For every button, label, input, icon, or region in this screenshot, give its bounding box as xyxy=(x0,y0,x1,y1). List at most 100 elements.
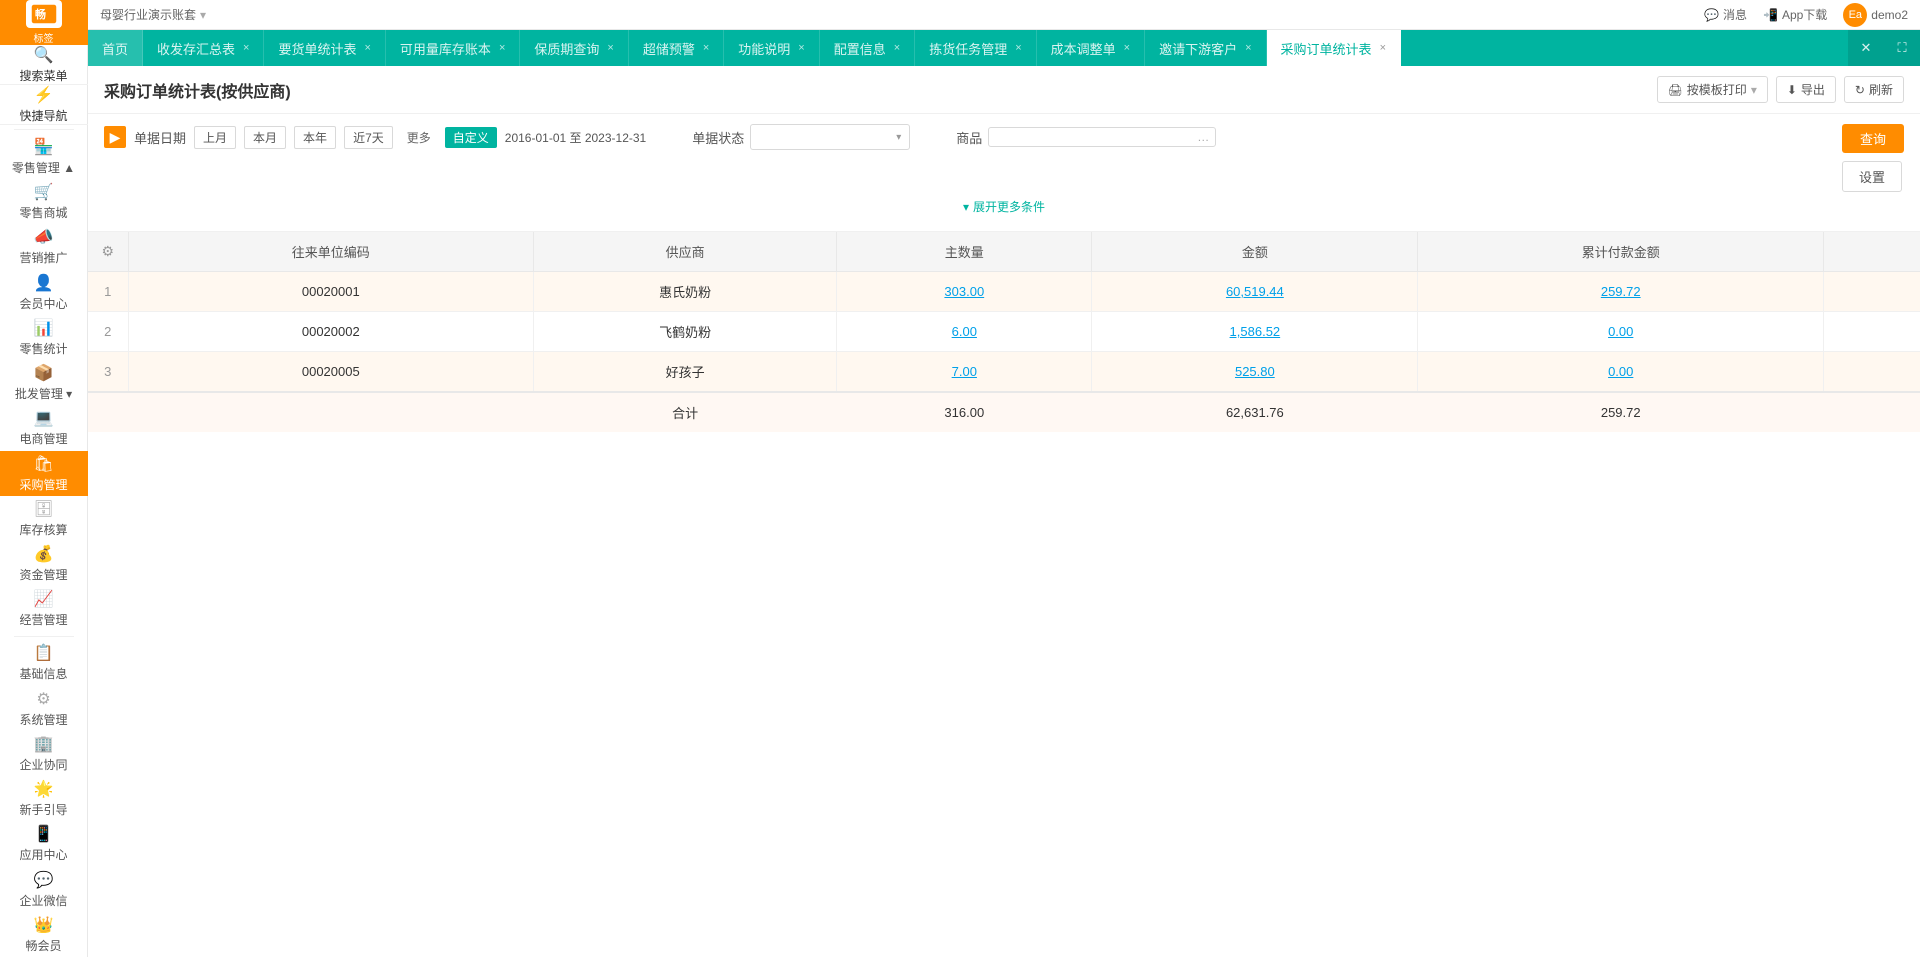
paid-link-3[interactable]: 0.00 xyxy=(1608,364,1633,379)
sidebar-item-marketing[interactable]: 📣 营销推广 xyxy=(0,224,88,269)
avatar-initials: Ea xyxy=(1849,9,1862,21)
tab-purchase-order-stats-close[interactable]: × xyxy=(1380,42,1386,54)
close-all-icon: ✕ xyxy=(1861,40,1872,56)
sidebar-item-basic-info[interactable]: 📋 基础信息 xyxy=(0,640,88,685)
sidebar-item-finance[interactable]: 💰 资金管理 xyxy=(0,541,88,586)
cell-supplier-code-3: 00020005 xyxy=(128,352,534,393)
sidebar-item-retail-stats[interactable]: 📊 零售统计 xyxy=(0,315,88,360)
tab-available-inventory[interactable]: 可用量库存账本 × xyxy=(386,30,520,66)
cell-extra-3 xyxy=(1824,352,1920,393)
sidebar-item-vip[interactable]: 👑 畅会员 xyxy=(0,912,88,957)
date-7days-btn[interactable]: 近7天 xyxy=(344,126,393,149)
quantity-link-1[interactable]: 303.00 xyxy=(944,284,984,299)
quantity-link-2[interactable]: 6.00 xyxy=(952,324,977,339)
main-content: 母婴行业演示账套 ▾ 💬 消息 📲 App下载 Ea demo2 首页 xyxy=(88,0,1920,957)
filter-left: ▶ 单据日期 上月 本月 本年 近7天 更多 自定义 2016-01-01 至 … xyxy=(104,124,1830,150)
th-settings: ⚙ xyxy=(88,232,128,272)
sidebar-quick-nav[interactable]: ⚡ 快捷导航 xyxy=(0,85,88,125)
filter-toggle-btn[interactable]: ▶ xyxy=(104,126,126,148)
tab-config-info-label: 配置信息 xyxy=(834,39,886,58)
sidebar-item-app-center[interactable]: 📱 应用中心 xyxy=(0,821,88,866)
amount-link-3[interactable]: 525.80 xyxy=(1235,364,1275,379)
export-button[interactable]: ⬇ 导出 xyxy=(1776,76,1836,103)
user-avatar: Ea xyxy=(1843,3,1867,27)
tab-config-info-close[interactable]: × xyxy=(894,42,900,54)
sidebar-item-sys-mgmt[interactable]: ⚙ 系统管理 xyxy=(0,686,88,731)
date-custom-btn[interactable]: 自定义 xyxy=(445,127,497,148)
enterprise-label: 企业协同 xyxy=(19,756,67,773)
tab-available-inventory-close[interactable]: × xyxy=(499,42,505,54)
app-download-btn[interactable]: 📲 App下载 xyxy=(1763,6,1827,23)
tab-overstock-warning[interactable]: 超储预警 × xyxy=(629,30,724,66)
tab-maximize-btn[interactable]: ⛶ xyxy=(1884,30,1920,66)
cell-amount-3: 525.80 xyxy=(1092,352,1418,393)
sidebar-item-purchase[interactable]: 🛍 采购管理 xyxy=(0,451,88,496)
company-selector[interactable]: 母婴行业演示账套 ▾ xyxy=(100,6,206,23)
tab-cost-adjust-close[interactable]: × xyxy=(1124,42,1130,54)
tab-function-desc[interactable]: 功能说明 × xyxy=(724,30,819,66)
tab-config-info[interactable]: 配置信息 × xyxy=(820,30,915,66)
status-select[interactable]: ▾ xyxy=(750,124,910,150)
quantity-link-3[interactable]: 7.00 xyxy=(952,364,977,379)
date-more-btn[interactable]: 更多 xyxy=(401,127,437,148)
sidebar-item-retail-mgmt[interactable]: 🏪 零售管理 ▲ xyxy=(0,134,88,179)
message-icon: 💬 xyxy=(1704,8,1719,22)
tab-cost-adjust[interactable]: 成本调整单 × xyxy=(1037,30,1145,66)
sidebar-item-ecommerce[interactable]: 💻 电商管理 xyxy=(0,405,88,450)
goods-search-input[interactable] xyxy=(995,130,1195,144)
tab-overstock-warning-close[interactable]: × xyxy=(703,42,709,54)
tab-invite-downstream-close[interactable]: × xyxy=(1245,42,1251,54)
date-this-month-btn[interactable]: 本月 xyxy=(244,126,286,149)
sidebar-item-inventory[interactable]: 🗄 库存核算 xyxy=(0,496,88,541)
setting-button[interactable]: 设置 xyxy=(1842,161,1902,192)
print-button[interactable]: 🖨 按模板打印 ▾ xyxy=(1657,76,1768,103)
tab-order-stats[interactable]: 要货单统计表 × xyxy=(264,30,385,66)
tab-invite-downstream-label: 邀请下游客户 xyxy=(1159,39,1237,58)
date-this-year-btn[interactable]: 本年 xyxy=(294,126,336,149)
retail-stats-icon: 📊 xyxy=(34,318,54,338)
message-btn[interactable]: 💬 消息 xyxy=(1704,6,1747,23)
cell-paid-2: 0.00 xyxy=(1418,312,1824,352)
sidebar-item-enterprise-wechat[interactable]: 💬 企业微信 xyxy=(0,867,88,912)
refresh-button[interactable]: ↻ 刷新 xyxy=(1844,76,1904,103)
sidebar-item-retail-store[interactable]: 🛒 零售商城 xyxy=(0,179,88,224)
sidebar-item-enterprise[interactable]: 🏢 企业协同 xyxy=(0,731,88,776)
tab-pick-task-close[interactable]: × xyxy=(1015,42,1021,54)
goods-more-icon[interactable]: … xyxy=(1197,130,1209,144)
tab-receive-summary-close[interactable]: × xyxy=(243,42,249,54)
sidebar-search-menu[interactable]: 🔍 搜索菜单 xyxy=(0,45,88,85)
footer-empty2 xyxy=(128,392,534,432)
date-filter-label: 单据日期 xyxy=(134,128,186,147)
sidebar-divider-1 xyxy=(14,129,74,130)
tab-warranty-query-close[interactable]: × xyxy=(607,42,613,54)
tab-purchase-order-stats-label: 采购订单统计表 xyxy=(1281,39,1372,58)
sidebar-item-wholesale[interactable]: 📦 批发管理 ▾ xyxy=(0,360,88,405)
date-last-month-btn[interactable]: 上月 xyxy=(194,126,236,149)
user-menu[interactable]: Ea demo2 xyxy=(1843,3,1908,27)
paid-link-2[interactable]: 0.00 xyxy=(1608,324,1633,339)
expand-more-btn[interactable]: ▾ 展开更多条件 xyxy=(963,198,1045,215)
retail-store-icon: 🛒 xyxy=(34,182,54,202)
tab-warranty-query[interactable]: 保质期查询 × xyxy=(520,30,628,66)
tab-invite-downstream[interactable]: 邀请下游客户 × xyxy=(1145,30,1266,66)
paid-link-1[interactable]: 259.72 xyxy=(1601,284,1641,299)
sidebar-item-new-guide[interactable]: 🌟 新手引导 xyxy=(0,776,88,821)
table-row: 2 00020002 飞鹤奶粉 6.00 1,586.52 0.00 xyxy=(88,312,1920,352)
amount-link-2[interactable]: 1,586.52 xyxy=(1230,324,1281,339)
tab-home[interactable]: 首页 xyxy=(88,30,143,66)
tab-order-stats-close[interactable]: × xyxy=(364,42,370,54)
tab-close-all-btn[interactable]: ✕ xyxy=(1848,30,1884,66)
tab-purchase-order-stats[interactable]: 采购订单统计表 × xyxy=(1267,30,1401,66)
logo[interactable]: 畅 标签 xyxy=(0,0,88,45)
tab-receive-summary[interactable]: 收发存汇总表 × xyxy=(143,30,264,66)
amount-link-1[interactable]: 60,519.44 xyxy=(1226,284,1284,299)
tab-pick-task[interactable]: 拣货任务管理 × xyxy=(915,30,1036,66)
column-settings-icon[interactable]: ⚙ xyxy=(101,243,114,259)
sidebar-item-member[interactable]: 👤 会员中心 xyxy=(0,270,88,315)
filter-main-row: ▶ 单据日期 上月 本月 本年 近7天 更多 自定义 2016-01-01 至 … xyxy=(104,124,1904,192)
sidebar-item-ops[interactable]: 📈 经营管理 xyxy=(0,586,88,631)
status-select-arrow-icon: ▾ xyxy=(896,132,901,143)
search-button[interactable]: 查询 xyxy=(1842,124,1904,153)
tab-warranty-query-label: 保质期查询 xyxy=(534,39,599,58)
tab-function-desc-close[interactable]: × xyxy=(798,42,804,54)
